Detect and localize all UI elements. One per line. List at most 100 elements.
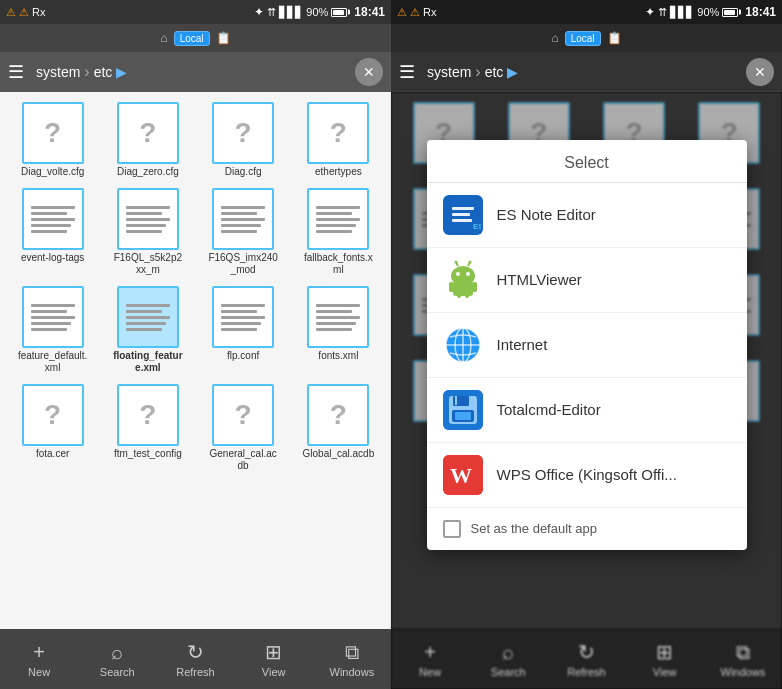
file-name: ftm_test_config [114,448,182,460]
svg-rect-3 [452,219,472,222]
file-name: Global_cal.acdb [303,448,375,460]
svg-point-7 [466,272,470,276]
file-grid-left: ? Diag_volte.cfg ? Diag_zero.cfg ? Diag.… [0,92,391,629]
file-icon-unknown: ? [117,102,179,164]
file-name: fonts.xml [318,350,358,362]
breadcrumb-left: system › etc ▶ [36,63,351,81]
svg-rect-9 [449,282,454,292]
windows-icon: ⧉ [345,641,359,664]
list-item[interactable]: ? General_cal.acdb [199,382,288,474]
list-item[interactable]: fonts.xml [294,284,383,376]
dialog-app-htmlviewer[interactable]: HTMLViewer [427,248,747,313]
svg-rect-27 [455,412,471,420]
file-name: fota.cer [36,448,69,460]
nav-label-refresh: Refresh [176,666,215,678]
bottom-nav-left: + New ⌕ Search ↻ Refresh ⊞ View ⧉ Window… [0,629,391,689]
svg-rect-10 [472,282,477,292]
list-item[interactable]: flp.conf [199,284,288,376]
es-note-editor-label: ES Note Editor [497,206,596,223]
es-note-editor-icon: ES [443,195,483,235]
file-name: event-log-tags [21,252,84,264]
refresh-icon: ↻ [187,640,204,664]
toolbar-left: ☰ system › etc ▶ ✕ [0,52,391,92]
breadcrumb-current-left[interactable]: etc [94,64,113,80]
bluetooth-icon: ✦ [254,5,264,19]
totalcmd-icon [443,390,483,430]
nav-item-refresh[interactable]: ↻ Refresh [165,640,225,678]
nav-label-new: New [28,666,50,678]
status-icons-left: ⚠ ⚠ Rx [6,6,45,19]
list-item[interactable]: F16QS_imx240_mod [199,186,288,278]
svg-text:ES: ES [473,222,481,231]
hamburger-menu-left[interactable]: ☰ [8,61,24,83]
svg-rect-11 [457,292,461,298]
search-icon: ⌕ [111,641,123,664]
list-item[interactable]: ? Diag_zero.cfg [103,100,192,180]
svg-point-6 [456,272,460,276]
totalcmd-label: Totalcmd-Editor [497,401,601,418]
file-icon-doc [307,286,369,348]
file-name: General_cal.acdb [207,448,279,472]
file-icon-doc [212,188,274,250]
file-icon-unknown: ? [212,102,274,164]
internet-icon [443,325,483,365]
list-item[interactable]: ? Diag_volte.cfg [8,100,97,180]
dialog-app-es-note-editor[interactable]: ES ES Note Editor [427,183,747,248]
breadcrumb-arrow-left: › [84,63,89,81]
list-item[interactable]: event-log-tags [8,186,97,278]
list-item[interactable]: ? Diag.cfg [199,100,288,180]
file-icon-unknown: ? [307,102,369,164]
dialog-app-wps[interactable]: W WPS Office (Kingsoft Offi... [427,443,747,508]
svg-rect-25 [455,396,457,405]
file-name: fallback_fonts.xml [302,252,374,276]
view-icon: ⊞ [265,640,282,664]
svg-rect-8 [453,282,473,296]
file-icon-unknown: ? [22,102,84,164]
wps-label: WPS Office (Kingsoft Offi... [497,466,677,483]
file-icon-doc [117,188,179,250]
file-name: flp.conf [227,350,259,362]
list-item[interactable]: ? fota.cer [8,382,97,474]
list-item[interactable]: feature_default.xml [8,284,97,376]
left-panel: ⚠ ⚠ Rx ✦ ⇈ ▋▋▋ 90% 18:41 ⌂ Local 📋 ☰ sys… [0,0,391,689]
list-item[interactable]: ? ftm_test_config [103,382,192,474]
list-item[interactable]: ? Global_cal.acdb [294,382,383,474]
file-icon-unknown: ? [117,384,179,446]
file-name: Diag_zero.cfg [117,166,179,178]
select-dialog: Select ES ES Note Editor [427,140,747,550]
htmlviewer-icon [443,260,483,300]
nav-item-windows[interactable]: ⧉ Windows [322,641,382,678]
nav-item-search[interactable]: ⌕ Search [87,641,147,678]
nav-item-new[interactable]: + New [9,641,69,678]
nav-label-windows: Windows [330,666,375,678]
list-item[interactable]: floating_feature.xml [103,284,192,376]
dialog-overlay: Select ES ES Note Editor [391,0,782,689]
nav-label-view: View [262,666,286,678]
address-bar-left: ⌂ Local 📋 [0,24,391,52]
nav-item-view[interactable]: ⊞ View [244,640,304,678]
file-name: F16QL_s5k2p2xx_m [112,252,184,276]
dialog-app-internet[interactable]: Internet [427,313,747,378]
battery-percent: 90% [306,6,328,18]
list-item[interactable]: ? ethertypes [294,100,383,180]
file-icon-doc [22,286,84,348]
list-item[interactable]: F16QL_s5k2p2xx_m [103,186,192,278]
warning-icon: ⚠ [6,6,16,19]
default-app-checkbox[interactable] [443,520,461,538]
status-bar-left: ⚠ ⚠ Rx ✦ ⇈ ▋▋▋ 90% 18:41 [0,0,391,24]
signal-bars-icon: ▋▋▋ [279,6,303,19]
file-icon-unknown: ? [22,384,84,446]
file-icon-doc [307,188,369,250]
local-badge-left: Local [174,31,210,46]
breadcrumb-root-left[interactable]: system [36,64,80,80]
svg-rect-12 [465,292,469,298]
list-item[interactable]: fallback_fonts.xml [294,186,383,278]
close-button-left[interactable]: ✕ [355,58,383,86]
svg-point-14 [454,260,457,263]
dialog-app-totalcmd[interactable]: Totalcmd-Editor [427,378,747,443]
dialog-title: Select [427,140,747,183]
svg-text:W: W [450,463,472,488]
default-app-label: Set as the default app [471,521,597,536]
copy-icon: 📋 [216,31,231,45]
svg-point-16 [468,260,471,263]
